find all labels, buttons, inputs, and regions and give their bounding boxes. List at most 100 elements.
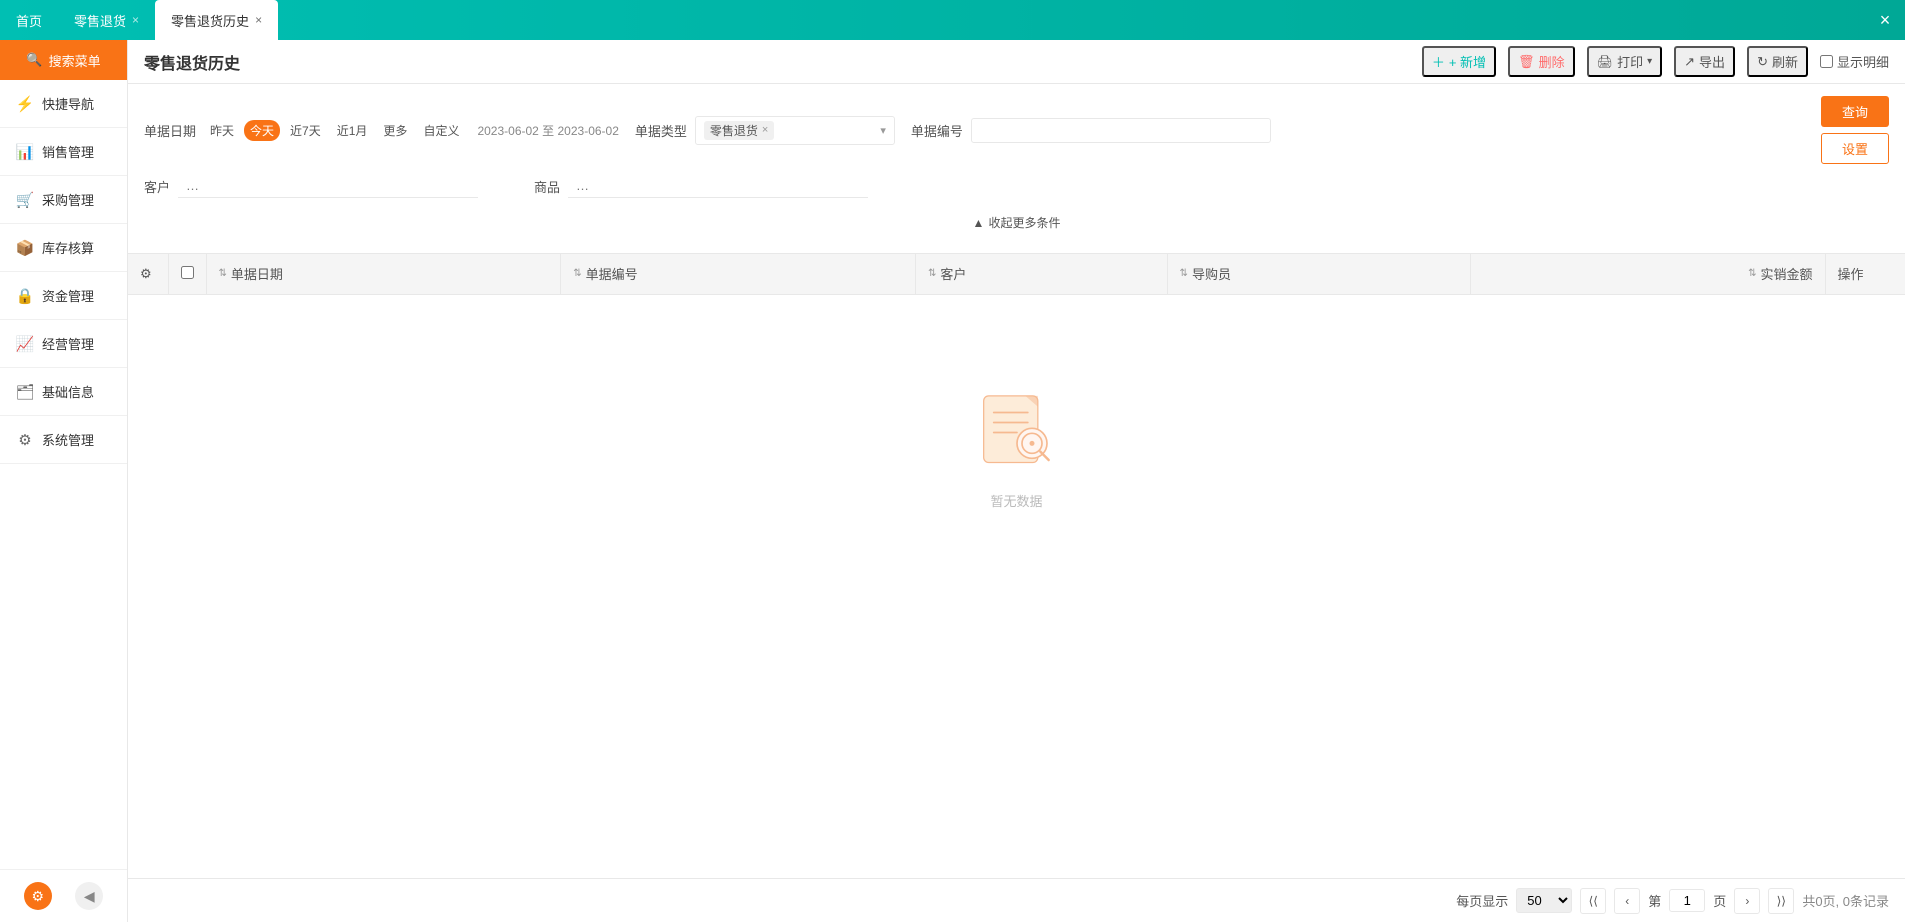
- sales-icon: 📊: [16, 143, 34, 161]
- plus-icon: ＋: [1432, 52, 1445, 71]
- print-button[interactable]: 🖨 打印 ▾: [1587, 46, 1663, 77]
- main-layout: 🔍 搜索菜单 ⚡ 快捷导航 📊 销售管理 🛒 采购管理 📦 库存核算 🔒 资金管…: [0, 40, 1905, 922]
- th-checkbox[interactable]: [168, 254, 206, 294]
- print-button-label: 打印: [1617, 52, 1643, 71]
- refresh-button-label: 刷新: [1772, 52, 1798, 71]
- tab-retail-return[interactable]: 零售退货 ×: [58, 0, 155, 40]
- date-opt-1month[interactable]: 近1月: [331, 120, 374, 141]
- sidebar-search[interactable]: 🔍 搜索菜单: [0, 40, 127, 80]
- query-button[interactable]: 查询: [1821, 96, 1889, 127]
- doctype-tag: 零售退货 ×: [704, 121, 774, 140]
- sort-icon: ⇅: [928, 268, 936, 279]
- date-opt-yesterday[interactable]: 昨天: [204, 120, 240, 141]
- goods-input[interactable]: [568, 174, 868, 198]
- prev-page-button[interactable]: ‹: [1614, 888, 1640, 914]
- date-opt-custom[interactable]: 自定义: [417, 120, 465, 141]
- print-icon: 🖨: [1597, 54, 1614, 70]
- date-opt-more[interactable]: 更多: [377, 120, 413, 141]
- page-number-input[interactable]: [1669, 889, 1705, 912]
- next-page-button[interactable]: ›: [1734, 888, 1760, 914]
- delete-button-label: 删除: [1539, 52, 1565, 71]
- show-detail-label: 显示明细: [1837, 52, 1889, 71]
- sidebar-item-purchase[interactable]: 🛒 采购管理: [0, 176, 127, 224]
- total-text: 共0页, 0条记录: [1802, 891, 1889, 910]
- refresh-button[interactable]: ↻ 刷新: [1747, 46, 1808, 77]
- sidebar-item-label: 资金管理: [42, 286, 94, 305]
- last-page-button[interactable]: ⟩⟩: [1768, 888, 1794, 914]
- quick-nav-icon: ⚡: [16, 95, 34, 113]
- th-guide: ⇅ 导购员: [1167, 254, 1470, 294]
- customer-label: 客户: [144, 177, 170, 196]
- purchase-icon: 🛒: [16, 191, 34, 209]
- delete-button[interactable]: 🗑 删除: [1508, 46, 1575, 77]
- th-settings[interactable]: ⚙: [128, 254, 168, 294]
- sidebar-item-system[interactable]: ⚙ 系统管理: [0, 416, 127, 464]
- doctype-select[interactable]: 零售退货 × ▾: [695, 116, 895, 145]
- basic-info-icon: 🗂: [16, 383, 34, 401]
- per-page-select[interactable]: 50 100 200: [1516, 888, 1572, 913]
- select-all-checkbox[interactable]: [181, 266, 194, 279]
- date-filter-label: 单据日期: [144, 121, 196, 140]
- doctype-label: 单据类型: [635, 121, 687, 140]
- sidebar-item-sales[interactable]: 📊 销售管理: [0, 128, 127, 176]
- sidebar-collapse-icon[interactable]: ◀: [75, 882, 103, 910]
- sort-icon: ⇅: [573, 268, 581, 279]
- sidebar-item-inventory[interactable]: 📦 库存核算: [0, 224, 127, 272]
- new-button[interactable]: ＋ + 新增: [1422, 46, 1496, 77]
- sidebar-item-operations[interactable]: 📈 经营管理: [0, 320, 127, 368]
- export-button-label: 导出: [1699, 52, 1725, 71]
- filter-settings-button[interactable]: 设置: [1821, 133, 1889, 164]
- table-area: ⚙ ⇅ 单据日期 ⇅: [128, 254, 1905, 878]
- date-opt-7days[interactable]: 近7天: [284, 120, 327, 141]
- sidebar-item-quick-nav[interactable]: ⚡ 快捷导航: [0, 80, 127, 128]
- show-detail-toggle[interactable]: 显示明细: [1820, 52, 1889, 71]
- table-head: ⚙ ⇅ 单据日期 ⇅: [128, 254, 1905, 294]
- finance-icon: 🔒: [16, 287, 34, 305]
- doctype-tag-value: 零售退货: [710, 122, 758, 139]
- customer-input[interactable]: [178, 174, 478, 198]
- sort-icon: ⇅: [219, 268, 227, 279]
- sidebar: 🔍 搜索菜单 ⚡ 快捷导航 📊 销售管理 🛒 采购管理 📦 库存核算 🔒 资金管…: [0, 40, 128, 922]
- sidebar-item-label: 基础信息: [42, 382, 94, 401]
- tab-retail-return-history[interactable]: 零售退货历史 ×: [155, 0, 278, 40]
- page-label: 第: [1648, 891, 1661, 910]
- search-icon: 🔍: [26, 52, 42, 68]
- sidebar-item-label: 库存核算: [42, 238, 94, 257]
- filter-group-date: 单据日期 昨天 今天 近7天 近1月 更多 自定义 2023-06-02 至 2…: [144, 120, 619, 141]
- first-page-button[interactable]: ⟨⟨: [1580, 888, 1606, 914]
- sidebar-item-label: 系统管理: [42, 430, 94, 449]
- table-header-row: ⚙ ⇅ 单据日期 ⇅: [128, 254, 1905, 294]
- refresh-icon: ↻: [1757, 54, 1768, 70]
- export-button[interactable]: ↗ 导出: [1674, 46, 1735, 77]
- sidebar-item-finance[interactable]: 🔒 资金管理: [0, 272, 127, 320]
- system-icon: ⚙: [16, 431, 34, 449]
- window-close-button[interactable]: ×: [1865, 0, 1905, 40]
- inventory-icon: 📦: [16, 239, 34, 257]
- th-customer-label: 客户: [940, 264, 966, 283]
- doctype-tag-close[interactable]: ×: [762, 124, 768, 136]
- tab-retail-return-history-close[interactable]: ×: [255, 13, 262, 27]
- page-suffix: 页: [1713, 891, 1726, 910]
- sidebar-item-basic-info[interactable]: 🗂 基础信息: [0, 368, 127, 416]
- query-button-label: 查询: [1842, 105, 1868, 120]
- docno-label: 单据编号: [911, 121, 963, 140]
- tab-retail-return-close[interactable]: ×: [132, 13, 139, 27]
- doctype-chevron-icon: ▾: [880, 124, 886, 137]
- per-page-label: 每页显示: [1456, 891, 1508, 910]
- export-icon: ↗: [1684, 54, 1695, 70]
- show-detail-checkbox-input[interactable]: [1820, 55, 1833, 68]
- pagination-bar: 每页显示 50 100 200 ⟨⟨ ‹ 第 页 › ⟩⟩ 共0页, 0条记录: [128, 878, 1905, 922]
- th-customer: ⇅ 客户: [915, 254, 1167, 294]
- date-options: 昨天 今天 近7天 近1月 更多 自定义: [204, 120, 465, 141]
- empty-state-illustration: [967, 375, 1067, 475]
- th-amount: ⇅ 实销金额: [1470, 254, 1825, 294]
- empty-text: 暂无数据: [990, 491, 1042, 510]
- tab-home[interactable]: 首页: [0, 0, 58, 40]
- th-date-label: 单据日期: [231, 264, 283, 283]
- date-opt-today[interactable]: 今天: [244, 120, 280, 141]
- settings-icon[interactable]: ⚙: [140, 266, 152, 281]
- date-range-display: 2023-06-02 至 2023-06-02: [477, 122, 618, 139]
- sidebar-settings-icon[interactable]: ⚙: [24, 882, 52, 910]
- collapse-button[interactable]: ▲ 收起更多条件: [961, 208, 1073, 237]
- docno-input[interactable]: [971, 118, 1271, 143]
